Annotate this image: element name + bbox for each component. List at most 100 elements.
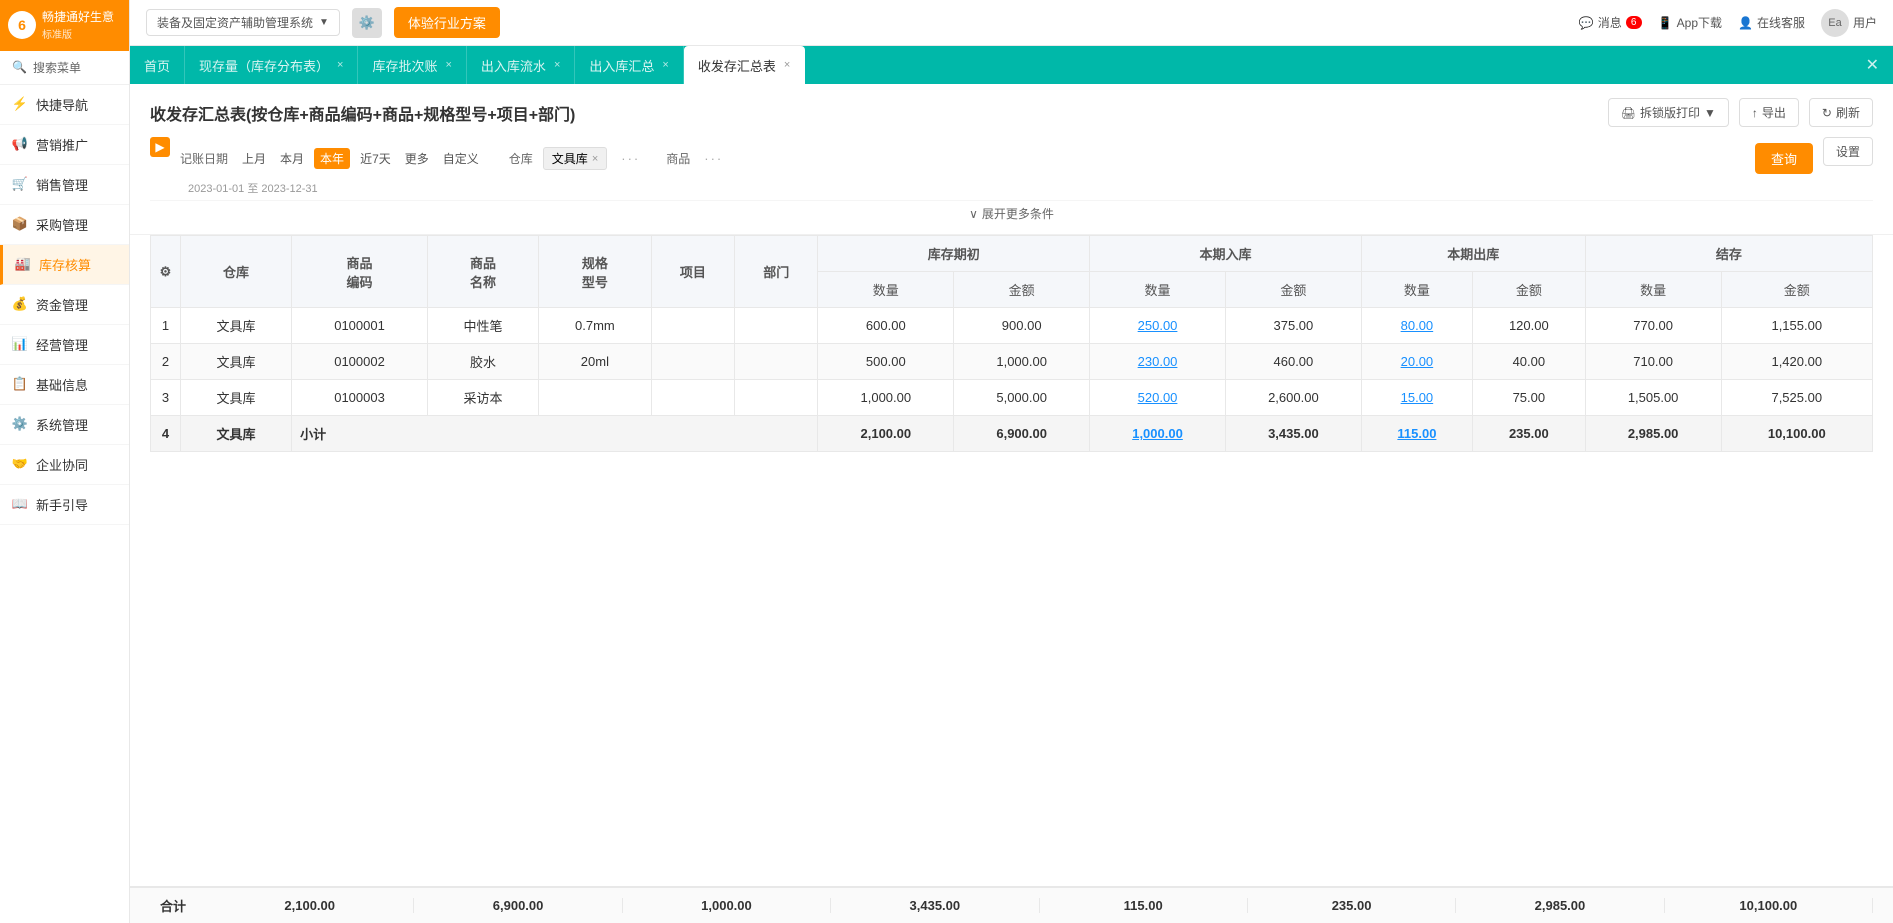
message-item[interactable]: 💬 消息 6: [1579, 14, 1642, 31]
subtotal-label: 小计: [292, 416, 818, 452]
tab-close-inout-flow[interactable]: ×: [554, 59, 560, 71]
settings-gear-icon[interactable]: ⚙️: [352, 8, 382, 38]
col-opening-header: 库存期初: [818, 236, 1090, 272]
tab-inout-flow[interactable]: 出入库流水 ×: [467, 46, 575, 84]
tab-batch[interactable]: 库存批次账 ×: [358, 46, 466, 84]
row-seq: 1: [151, 308, 181, 344]
table-row: 2 文具库 0100002 胶水 20ml 500.00 1,000.00 23…: [151, 344, 1873, 380]
tab-close-batch[interactable]: ×: [445, 59, 451, 71]
search-menu-item[interactable]: 🔍 搜索菜单: [0, 51, 129, 85]
row-warehouse: 文具库: [181, 344, 292, 380]
filter-row: 记账日期 上月 本月 本年 近7天 更多 自定义 仓库 文具库 ×: [180, 137, 1813, 180]
refresh-btn[interactable]: ↻ 刷新: [1809, 98, 1873, 127]
row-code: 0100002: [292, 344, 428, 380]
sidebar-item-sales[interactable]: 🛒 销售管理: [0, 165, 129, 205]
user-item[interactable]: Ea 用户: [1821, 9, 1877, 37]
tab-home[interactable]: 首页: [130, 46, 185, 84]
table-wrap: ⚙ 仓库 商品编码 商品名称 规格型号 项目 部门 库存期初 本期入库 本期出库…: [130, 235, 1893, 886]
col-project-header: 项目: [651, 236, 734, 308]
warehouse-filter-dots[interactable]: ···: [621, 151, 640, 166]
row-project: [651, 308, 734, 344]
date-btn-last-month[interactable]: 上月: [238, 148, 270, 169]
avatar: Ea: [1821, 9, 1849, 37]
sidebar-item-inventory[interactable]: 🏭 库存核算: [0, 245, 129, 285]
goods-filter-label: 商品: [666, 150, 690, 167]
total-open-amt: 6,900.00: [414, 898, 622, 913]
warehouse-tag: 文具库 ×: [543, 147, 607, 170]
close-all-tabs-btn[interactable]: ✕: [1852, 55, 1893, 75]
sidebar-item-finance[interactable]: 💰 资金管理: [0, 285, 129, 325]
tab-close-recv-summary[interactable]: ×: [784, 59, 790, 71]
date-buttons: 上月 本月 本年 近7天 更多 自定义: [238, 148, 483, 169]
row-in-qty[interactable]: 250.00: [1090, 308, 1226, 344]
sidebar-item-base[interactable]: 📋 基础信息: [0, 365, 129, 405]
tab-close-inout-summary[interactable]: ×: [662, 59, 668, 71]
date-btn-this-year[interactable]: 本年: [314, 148, 350, 169]
filter-collapse-btn[interactable]: ▶: [150, 137, 170, 157]
tab-inventory-dist[interactable]: 现存量（库存分布表） ×: [185, 46, 358, 84]
page-content: 收发存汇总表(按仓库+商品编码+商品+规格型号+项目+部门) 🖨 拆锁版打印 ▼…: [130, 84, 1893, 923]
row-open-qty: 1,000.00: [818, 380, 954, 416]
service-icon: 👤: [1738, 16, 1753, 30]
row-in-qty[interactable]: 230.00: [1090, 344, 1226, 380]
page-header: 收发存汇总表(按仓库+商品编码+商品+规格型号+项目+部门) 🖨 拆锁版打印 ▼…: [130, 84, 1893, 235]
col-bal-qty: 数量: [1585, 272, 1721, 308]
date-btn-7days[interactable]: 近7天: [356, 148, 395, 169]
warehouse-tag-close[interactable]: ×: [592, 153, 598, 165]
subtotal-in-qty[interactable]: 1,000.00: [1090, 416, 1226, 452]
goods-filter-dots[interactable]: ···: [704, 151, 723, 166]
export-icon: ↑: [1752, 106, 1758, 120]
col-in-qty: 数量: [1090, 272, 1226, 308]
table-footer: 合计 2,100.00 6,900.00 1,000.00 3,435.00 1…: [130, 886, 1893, 923]
search-icon: 🔍: [12, 60, 27, 74]
table-row: 1 文具库 0100001 中性笔 0.7mm 600.00 900.00 25…: [151, 308, 1873, 344]
column-settings-btn[interactable]: 设置: [1823, 137, 1873, 166]
row-in-qty[interactable]: 520.00: [1090, 380, 1226, 416]
sidebar-item-purchase[interactable]: 📦 采购管理: [0, 205, 129, 245]
col-code-header: 商品编码: [292, 236, 428, 308]
row-warehouse: 文具库: [181, 308, 292, 344]
subtotal-open-amt: 6,900.00: [954, 416, 1090, 452]
experience-btn[interactable]: 体验行业方案: [394, 7, 500, 38]
sidebar-item-quick[interactable]: ⚡ 快捷导航: [0, 85, 129, 125]
row-out-qty[interactable]: 15.00: [1361, 380, 1472, 416]
subtotal-out-qty[interactable]: 115.00: [1361, 416, 1472, 452]
tab-recv-summary[interactable]: 收发存汇总表 ×: [684, 46, 805, 84]
date-btn-custom[interactable]: 自定义: [439, 148, 483, 169]
subtotal-warehouse: 文具库: [181, 416, 292, 452]
row-out-qty[interactable]: 80.00: [1361, 308, 1472, 344]
row-bal-qty: 1,505.00: [1585, 380, 1721, 416]
tab-inout-summary[interactable]: 出入库汇总 ×: [575, 46, 683, 84]
row-bal-amt: 7,525.00: [1721, 380, 1872, 416]
system-icon: ⚙️: [12, 416, 28, 432]
print-btn[interactable]: 🖨 拆锁版打印 ▼: [1608, 98, 1729, 127]
query-btn[interactable]: 查询: [1755, 143, 1813, 174]
row-seq: 3: [151, 380, 181, 416]
chevron-down-icon: ∨: [969, 207, 978, 221]
system-selector[interactable]: 装备及固定资产辅助管理系统 ▼: [146, 9, 340, 36]
row-dept: [735, 380, 818, 416]
date-btn-more[interactable]: 更多: [401, 148, 433, 169]
sidebar-item-marketing[interactable]: 📢 营销推广: [0, 125, 129, 165]
sidebar-item-guide[interactable]: 📖 新手引导: [0, 485, 129, 525]
tab-close-inventory-dist[interactable]: ×: [337, 59, 343, 71]
export-btn[interactable]: ↑ 导出: [1739, 98, 1799, 127]
page-actions: 🖨 拆锁版打印 ▼ ↑ 导出 ↻ 刷新: [1608, 98, 1873, 127]
sidebar-item-corp[interactable]: 🤝 企业协同: [0, 445, 129, 485]
col-out-amt: 金额: [1472, 272, 1585, 308]
row-name: 采访本: [427, 380, 538, 416]
row-bal-amt: 1,420.00: [1721, 344, 1872, 380]
row-out-qty[interactable]: 20.00: [1361, 344, 1472, 380]
col-settings[interactable]: ⚙: [151, 236, 181, 308]
total-out-amt: 235.00: [1248, 898, 1456, 913]
row-project: [651, 380, 734, 416]
row-project: [651, 344, 734, 380]
online-service-item[interactable]: 👤 在线客服: [1738, 14, 1805, 31]
sidebar-item-operation[interactable]: 📊 经营管理: [0, 325, 129, 365]
sidebar-item-system[interactable]: ⚙️ 系统管理: [0, 405, 129, 445]
expand-conditions-btn[interactable]: ∨ 展开更多条件: [969, 205, 1054, 222]
row-bal-qty: 710.00: [1585, 344, 1721, 380]
app-download-item[interactable]: 📱 App下载: [1658, 14, 1722, 31]
main-area: 装备及固定资产辅助管理系统 ▼ ⚙️ 体验行业方案 💬 消息 6 📱 App下载…: [130, 0, 1893, 923]
date-btn-this-month[interactable]: 本月: [276, 148, 308, 169]
